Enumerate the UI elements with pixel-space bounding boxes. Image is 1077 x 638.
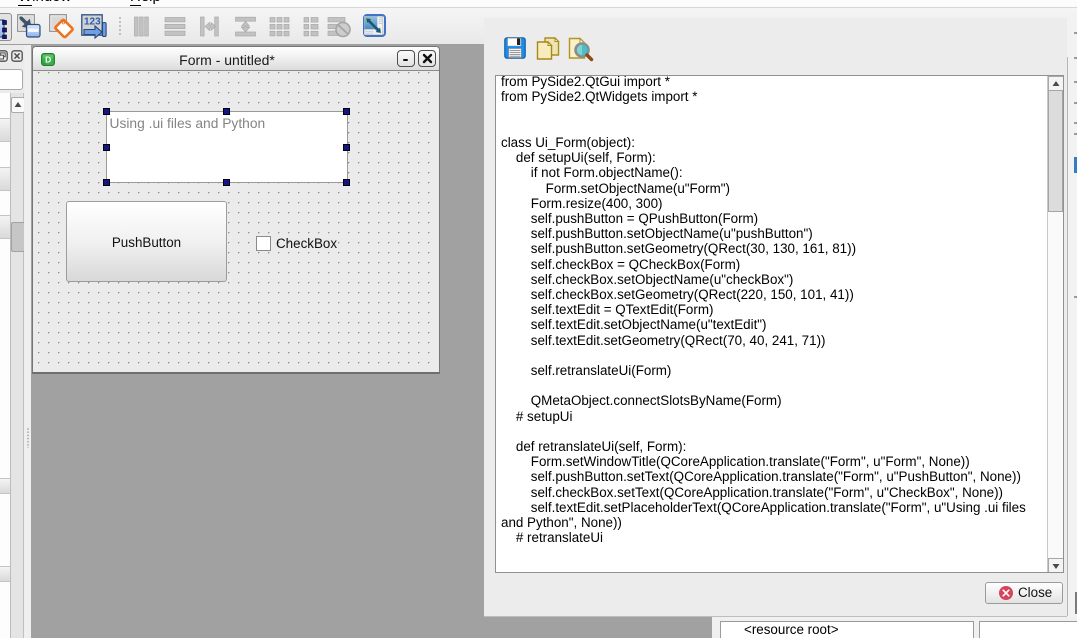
svg-text:123: 123: [84, 17, 101, 28]
